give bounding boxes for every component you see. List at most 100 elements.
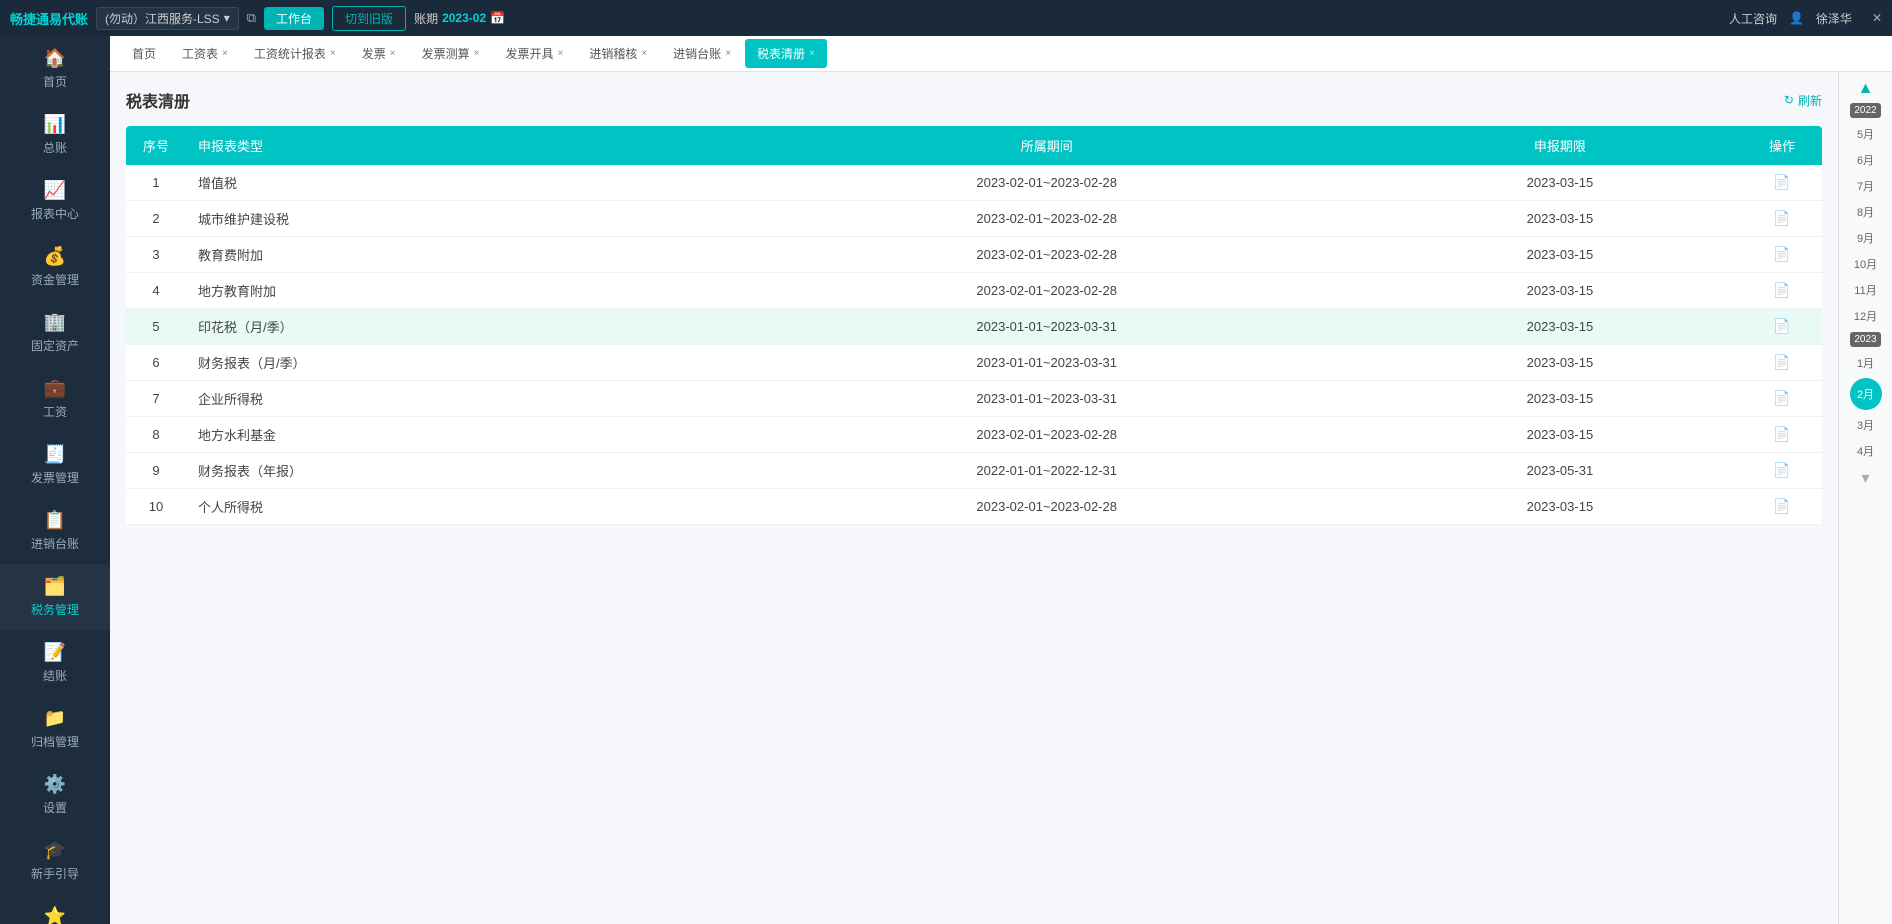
action-doc-icon[interactable]: 📄 (1773, 282, 1790, 298)
tab-purchase-audit-close[interactable]: × (641, 48, 647, 59)
sidebar-item-invoice[interactable]: 🧾 发票管理 (0, 432, 110, 498)
panel-up-button[interactable]: ▲ (1858, 80, 1874, 98)
tab-invoice-open[interactable]: 发票开具 × (493, 39, 575, 68)
action-doc-icon[interactable]: 📄 (1773, 498, 1790, 514)
table-row: 5 印花税（月/季） 2023-01-01~2023-03-31 2023-03… (126, 309, 1822, 345)
month-6[interactable]: 6月 (1848, 148, 1884, 172)
action-doc-icon[interactable]: 📄 (1773, 246, 1790, 262)
tab-salary[interactable]: 工资表 × (170, 39, 240, 68)
tab-tax-list[interactable]: 税表清册 × (745, 39, 827, 68)
sidebar-item-ledger[interactable]: 📊 总账 (0, 102, 110, 168)
tab-invoice-calc-close[interactable]: × (474, 48, 480, 59)
cell-deadline: 2023-03-15 (1378, 345, 1742, 381)
sidebar-item-label: 设置 (43, 799, 67, 816)
tab-purchase-audit-label: 进销稽核 (589, 45, 637, 62)
panel-collapse-button[interactable]: ▾ (1861, 468, 1869, 488)
sidebar-item-label: 归档管理 (31, 733, 79, 750)
cell-action: 📄 (1742, 309, 1822, 345)
month-1[interactable]: 1月 (1848, 351, 1884, 375)
close-window-icon[interactable]: ✕ (1872, 11, 1882, 25)
funds-icon: 💰 (44, 246, 66, 267)
tab-invoice-calc[interactable]: 发票测算 × (410, 39, 492, 68)
tab-tax-list-close[interactable]: × (809, 48, 815, 59)
action-doc-icon[interactable]: 📄 (1773, 174, 1790, 190)
tab-invoice-calc-label: 发票测算 (422, 45, 470, 62)
action-doc-icon[interactable]: 📄 (1773, 318, 1790, 334)
main-content: 首页 工资表 × 工资统计报表 × 发票 × 发票测算 × 发票开具 × (110, 36, 1892, 924)
cell-type: 财务报表（月/季） (186, 345, 716, 381)
cell-action: 📄 (1742, 273, 1822, 309)
action-doc-icon[interactable]: 📄 (1773, 462, 1790, 478)
sidebar-item-label: 报表中心 (31, 205, 79, 222)
sidebar-item-settle[interactable]: 📝 结账 (0, 630, 110, 696)
tab-home[interactable]: 首页 (120, 39, 168, 68)
table-row: 6 财务报表（月/季） 2023-01-01~2023-03-31 2023-0… (126, 345, 1822, 381)
tab-salary-report-close[interactable]: × (330, 48, 336, 59)
cell-deadline: 2023-03-15 (1378, 201, 1742, 237)
table-row: 8 地方水利基金 2023-02-01~2023-02-28 2023-03-1… (126, 417, 1822, 453)
tab-tax-list-label: 税表清册 (757, 45, 805, 62)
tab-purchase-audit[interactable]: 进销稽核 × (577, 39, 659, 68)
month-12[interactable]: 12月 (1848, 304, 1884, 328)
cell-action: 📄 (1742, 417, 1822, 453)
sidebar-item-vip[interactable]: ⭐ 畅会员 (0, 894, 110, 924)
cell-index: 1 (126, 165, 186, 201)
user-name[interactable]: 徐泽华 (1816, 10, 1852, 27)
table-row: 7 企业所得税 2023-01-01~2023-03-31 2023-03-15… (126, 381, 1822, 417)
cell-action: 📄 (1742, 381, 1822, 417)
tab-invoice-open-close[interactable]: × (557, 48, 563, 59)
sidebar-item-guide[interactable]: 🎓 新手引导 (0, 828, 110, 894)
vip-icon: ⭐ (44, 906, 66, 924)
calendar-icon[interactable]: 📅 (490, 11, 505, 25)
copy-icon[interactable]: ⧉ (247, 10, 256, 26)
cell-index: 5 (126, 309, 186, 345)
action-doc-icon[interactable]: 📄 (1773, 390, 1790, 406)
cell-index: 2 (126, 201, 186, 237)
month-4[interactable]: 4月 (1848, 439, 1884, 463)
cell-period: 2023-02-01~2023-02-28 (716, 201, 1378, 237)
month-7[interactable]: 7月 (1848, 174, 1884, 198)
workbench-button[interactable]: 工作台 (264, 7, 324, 30)
action-doc-icon[interactable]: 📄 (1773, 426, 1790, 442)
tab-invoice-close[interactable]: × (390, 48, 396, 59)
top-bar: 畅捷通易代账 (勿动）江西服务-LSS ▾ ⧉ 工作台 切到旧版 账期 2023… (0, 0, 1892, 36)
cell-deadline: 2023-05-31 (1378, 453, 1742, 489)
month-2-active[interactable]: 2月 (1850, 378, 1882, 410)
cell-index: 10 (126, 489, 186, 525)
cell-type: 城市维护建设税 (186, 201, 716, 237)
cell-period: 2023-01-01~2023-03-31 (716, 345, 1378, 381)
sidebar-item-archive[interactable]: 📁 归档管理 (0, 696, 110, 762)
period-label: 账期 2023-02 📅 (414, 10, 505, 27)
tab-salary-close[interactable]: × (222, 48, 228, 59)
sidebar-item-settings[interactable]: ⚙️ 设置 (0, 762, 110, 828)
ai-consult[interactable]: 人工咨询 (1729, 10, 1777, 27)
month-9[interactable]: 9月 (1848, 226, 1884, 250)
col-index: 序号 (126, 126, 186, 165)
refresh-button[interactable]: ↻ 刷新 (1784, 92, 1822, 109)
col-action: 操作 (1742, 126, 1822, 165)
sidebar-item-tax[interactable]: 🗂️ 税务管理 (0, 564, 110, 630)
month-3[interactable]: 3月 (1848, 413, 1884, 437)
ledger-icon: 📊 (44, 114, 66, 135)
tab-purchase-account[interactable]: 进销台账 × (661, 39, 743, 68)
action-doc-icon[interactable]: 📄 (1773, 354, 1790, 370)
sidebar-item-funds[interactable]: 💰 资金管理 (0, 234, 110, 300)
cell-action: 📄 (1742, 201, 1822, 237)
sidebar-item-assets[interactable]: 🏢 固定资产 (0, 300, 110, 366)
sidebar-item-purchase-sales[interactable]: 📋 进销台账 (0, 498, 110, 564)
table-row: 9 财务报表（年报） 2022-01-01~2022-12-31 2023-05… (126, 453, 1822, 489)
tab-purchase-account-close[interactable]: × (725, 48, 731, 59)
sidebar-item-salary[interactable]: 💼 工资 (0, 366, 110, 432)
sidebar-item-reports[interactable]: 📈 报表中心 (0, 168, 110, 234)
tab-invoice[interactable]: 发票 × (350, 39, 408, 68)
company-selector[interactable]: (勿动）江西服务-LSS ▾ (96, 7, 239, 30)
month-5[interactable]: 5月 (1848, 122, 1884, 146)
sidebar-item-home[interactable]: 🏠 首页 (0, 36, 110, 102)
month-8[interactable]: 8月 (1848, 200, 1884, 224)
switch-old-button[interactable]: 切到旧版 (332, 6, 406, 31)
month-10[interactable]: 10月 (1848, 252, 1884, 276)
tab-salary-report[interactable]: 工资统计报表 × (242, 39, 348, 68)
action-doc-icon[interactable]: 📄 (1773, 210, 1790, 226)
month-11[interactable]: 11月 (1848, 278, 1884, 302)
refresh-icon: ↻ (1784, 93, 1794, 107)
